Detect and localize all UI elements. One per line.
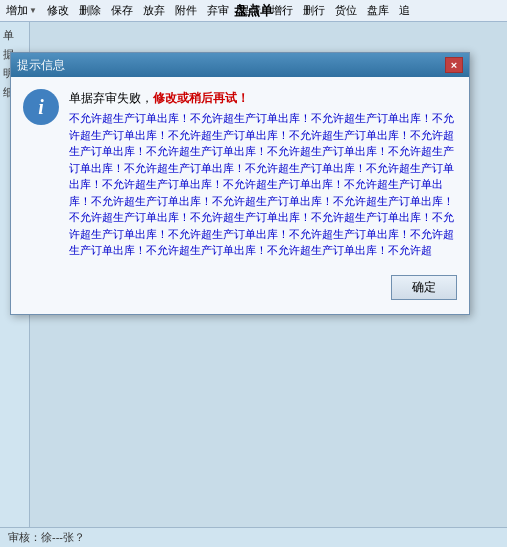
inventory-button[interactable]: 盘库 (363, 2, 393, 19)
dialog-titlebar: 提示信息 × (11, 53, 469, 77)
dialog: 提示信息 × i 单据弃审失败，修改或稍后再试！ (10, 52, 470, 315)
confirm-button[interactable]: 确定 (391, 275, 457, 300)
add-button[interactable]: 增加 ▼ (2, 2, 41, 19)
location-button[interactable]: 货位 (331, 2, 361, 19)
info-icon: i (23, 89, 59, 125)
attach-button[interactable]: 附件 (171, 2, 201, 19)
dialog-close-button[interactable]: × (445, 57, 463, 73)
page-title: 盘点单 (234, 2, 273, 20)
dialog-bold-text: 修改或稍后再试！ (153, 91, 249, 105)
edit-button[interactable]: 修改 (43, 2, 73, 19)
add-arrow-icon: ▼ (29, 6, 37, 15)
dialog-first-line: 单据弃审失败，修改或稍后再试！ (69, 89, 457, 108)
trace-button[interactable]: 追 (395, 2, 414, 19)
dialog-overlay: 提示信息 × i 单据弃审失败，修改或稍后再试！ (0, 22, 507, 547)
dialog-body: i 单据弃审失败，修改或稍后再试！ 不允许超生产订单出库！不允许超生产订单出库！… (11, 77, 469, 314)
dialog-content: i 单据弃审失败，修改或稍后再试！ 不允许超生产订单出库！不允许超生产订单出库！… (23, 89, 457, 259)
status-text: 审核：徐---张？ (8, 530, 85, 545)
save-button[interactable]: 保存 (107, 2, 137, 19)
del-row-button[interactable]: 删行 (299, 2, 329, 19)
info-circle-icon: i (23, 89, 59, 125)
abandon-button[interactable]: 放弃 (139, 2, 169, 19)
dialog-footer: 确定 (23, 271, 457, 302)
dialog-title: 提示信息 (17, 57, 65, 74)
background-content: 单 据 明 细 提示信息 × i (0, 22, 507, 547)
dialog-repeat-text: 不允许超生产订单出库！不允许超生产订单出库！不允许超生产订单出库！不允许超生产订… (69, 110, 457, 259)
reject-review-button[interactable]: 弃审 (203, 2, 233, 19)
dialog-message: 单据弃审失败，修改或稍后再试！ 不允许超生产订单出库！不允许超生产订单出库！不允… (69, 89, 457, 259)
status-bar: 审核：徐---张？ (0, 527, 507, 547)
delete-button[interactable]: 删除 (75, 2, 105, 19)
toolbar: 增加 ▼ 修改 删除 保存 放弃 附件 弃审 提请 增行 删行 货位 盘库 追 … (0, 0, 507, 22)
